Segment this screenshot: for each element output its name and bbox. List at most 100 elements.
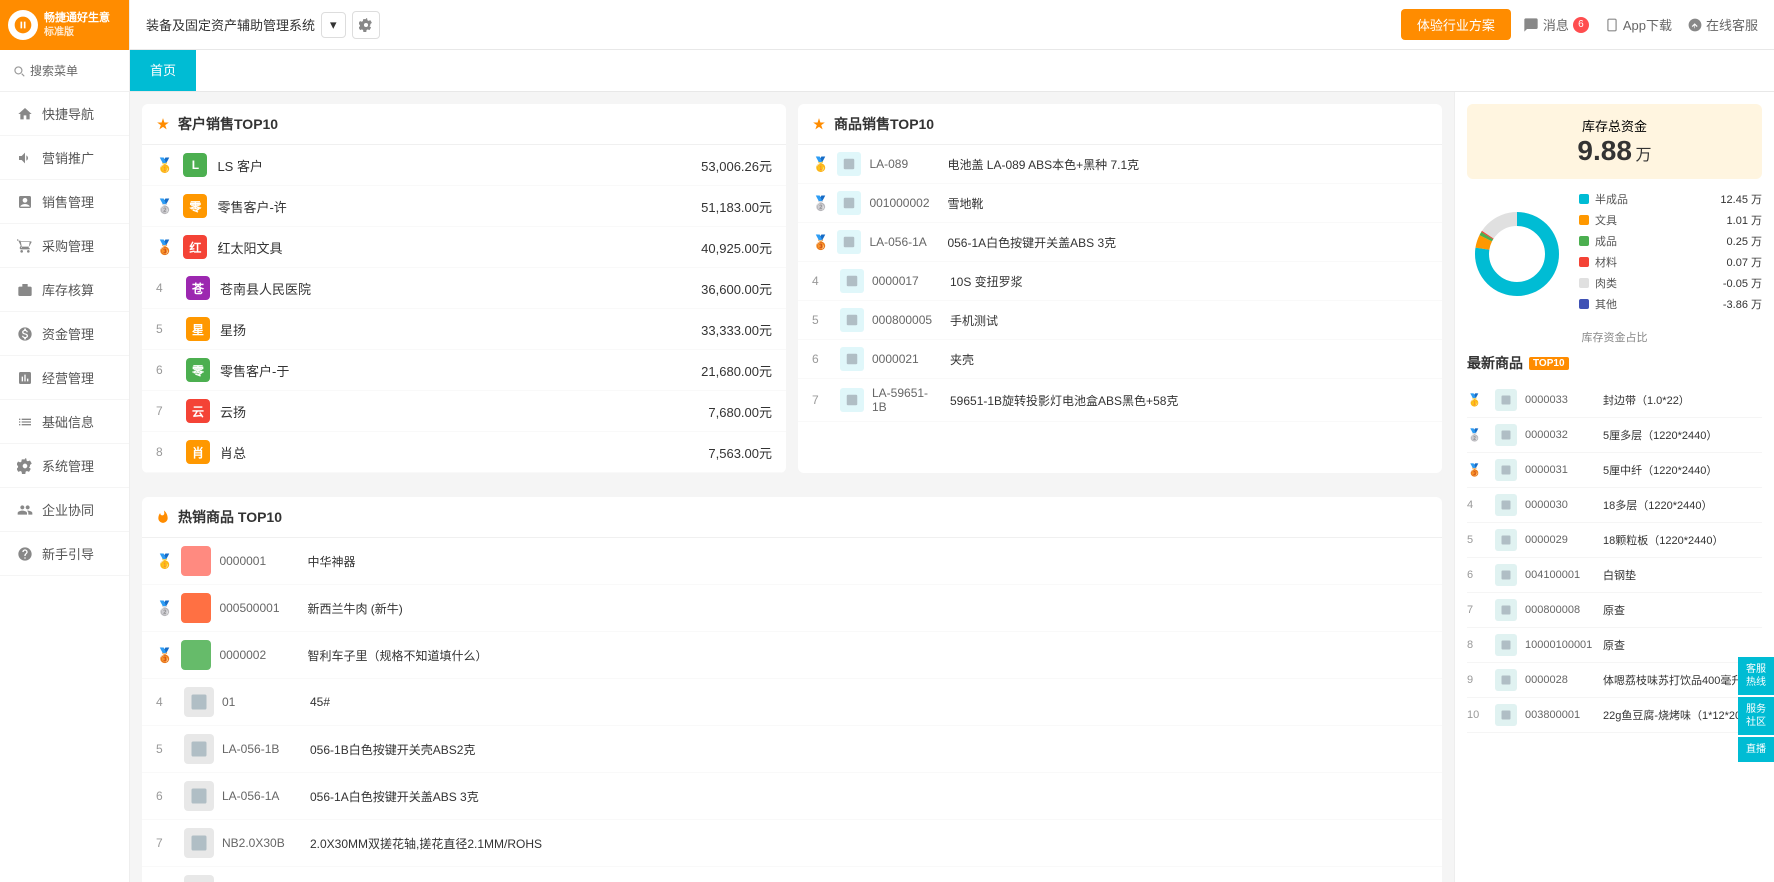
prod-row-3: 🥉 LA-056-1A 056-1A白色按键开关盖ABS 3克 (798, 223, 1442, 262)
prod-row-5: 5 000800005 手机测试 (798, 301, 1442, 340)
settings-gear[interactable] (352, 11, 380, 39)
hot-row-1: 🥇 0000001 中华神器 (142, 538, 1442, 585)
chart-label: 库存资金占比 (1467, 329, 1762, 345)
top-panels: 客户销售TOP10 🥇 L LS 客户 53,006.26元 🥈 零 零售客户 (142, 104, 1442, 485)
hot-row-4: 4 01 45# (142, 679, 1442, 726)
customer-avatar-7: 云 (186, 399, 210, 423)
corp-icon (16, 501, 34, 519)
np-row-9: 9 0000028 体嗯荔枝味苏打饮品400毫升（1*15） (1467, 663, 1762, 698)
sidebar-item-sales[interactable]: 销售管理 (0, 180, 129, 224)
prod-row-6: 6 0000021 夹壳 (798, 340, 1442, 379)
np-img-8 (1495, 634, 1517, 656)
customer-ranking-card: 客户销售TOP10 🥇 L LS 客户 53,006.26元 🥈 零 零售客户 (142, 104, 786, 473)
search-area[interactable]: 搜索菜单 (0, 50, 129, 92)
online-service-link[interactable]: 在线客服 (1688, 15, 1758, 34)
hot-row-5: 5 LA-056-1B 056-1B白色按键开关壳ABS2克 (142, 726, 1442, 773)
np-row-10: 10 003800001 22g鱼豆腐-烧烤味（1*12*20） (1467, 698, 1762, 733)
customer-row-2: 🥈 零 零售客户-许 51,183.00元 (142, 186, 786, 227)
np-row-2: 🥈 0000032 5厘多层（1220*2440） (1467, 418, 1762, 453)
prod-medal-1: 🥇 (812, 156, 829, 173)
float-buttons: 客服热线 服务社区 直播 (1738, 657, 1774, 762)
legend-dot-3 (1579, 257, 1589, 267)
np-row-3: 🥉 0000031 5厘中纤（1220*2440） (1467, 453, 1762, 488)
sidebar-item-purchase[interactable]: 采购管理 (0, 224, 129, 268)
hot-medal-3: 🥉 (156, 647, 173, 664)
app-download-link[interactable]: App下载 (1605, 15, 1672, 34)
prod-img-3 (837, 230, 861, 254)
system-title: 装备及固定资产辅助管理系统 ▾ (146, 11, 1389, 39)
trial-button[interactable]: 体验行业方案 (1401, 9, 1511, 40)
prod-img-4 (840, 269, 864, 293)
prod-medal-3: 🥉 (812, 234, 829, 251)
legend-dot-5 (1579, 299, 1589, 309)
sidebar-item-operation[interactable]: 经营管理 (0, 356, 129, 400)
prod-img-1 (837, 152, 861, 176)
operation-icon (16, 369, 34, 387)
inventory-legend: 半成品 12.45 万 文具 1.01 万 成品 0.25 万 (1579, 191, 1762, 317)
prod-img-7 (840, 388, 864, 412)
legend-item-2: 成品 0.25 万 (1579, 233, 1762, 249)
content-left: 客户销售TOP10 🥇 L LS 客户 53,006.26元 🥈 零 零售客户 (130, 92, 1454, 882)
megaphone-icon (16, 149, 34, 167)
hot-row-6: 6 LA-056-1A 056-1A白色按键开关盖ABS 3克 (142, 773, 1442, 820)
customer-row-3: 🥉 红 红太阳文具 40,925.00元 (142, 227, 786, 268)
sidebar-item-marketing[interactable]: 营销推广 (0, 136, 129, 180)
home-icon (16, 105, 34, 123)
system-dropdown[interactable]: ▾ (321, 12, 346, 38)
live-stream-button[interactable]: 直播 (1738, 737, 1774, 762)
np-row-1: 🥇 0000033 封边带（1.0*22） (1467, 383, 1762, 418)
purchase-icon (16, 237, 34, 255)
sidebar-item-guide[interactable]: 新手引导 (0, 532, 129, 576)
customer-service-button[interactable]: 客服热线 (1738, 657, 1774, 695)
customer-avatar-1: L (183, 153, 207, 177)
prod-row-4: 4 0000017 10S 变扭罗浆 (798, 262, 1442, 301)
hot-row-7: 7 NB2.0X30B 2.0X30MM双搓花轴,搓花直径2.1MM/ROHS (142, 820, 1442, 867)
legend-dot-2 (1579, 236, 1589, 246)
customer-avatar-5: 星 (186, 317, 210, 341)
sidebar-item-inventory[interactable]: 库存核算 (0, 268, 129, 312)
logo-icon (8, 10, 38, 40)
donut-svg (1467, 204, 1567, 304)
legend-item-0: 半成品 12.45 万 (1579, 191, 1762, 207)
customer-row-7: 7 云 云扬 7,680.00元 (142, 391, 786, 432)
search-menu-button[interactable]: 搜索菜单 (8, 58, 121, 83)
np-row-4: 4 0000030 18多层（1220*2440） (1467, 488, 1762, 523)
tab-home[interactable]: 首页 (130, 50, 196, 91)
sidebar-item-system[interactable]: 系统管理 (0, 444, 129, 488)
hot-products-body: 🥇 0000001 中华神器 🥈 000500001 新西兰牛肉 (新牛) 🥉 (142, 538, 1442, 882)
legend-item-4: 肉类 -0.05 万 (1579, 275, 1762, 291)
prod-img-6 (840, 347, 864, 371)
donut-chart (1467, 204, 1567, 304)
prod-row-1: 🥇 LA-089 电池盖 LA-089 ABS本色+黑种 7.1克 (798, 145, 1442, 184)
product-sales-body: 🥇 LA-089 电池盖 LA-089 ABS本色+黑种 7.1克 🥈 (798, 145, 1442, 422)
inventory-icon (16, 281, 34, 299)
legend-dot-1 (1579, 215, 1589, 225)
customer-avatar-8: 肖 (186, 440, 210, 464)
legend-item-1: 文具 1.01 万 (1579, 212, 1762, 228)
inventory-label: 库存总资金 (1483, 116, 1746, 135)
sidebar: 畅捷通好生意 标准版 搜索菜单 快捷导航 营销推广 销售管理 (0, 0, 130, 882)
customer-avatar-4: 苍 (186, 276, 210, 300)
hot-medal-1: 🥇 (156, 553, 173, 570)
sidebar-item-basic[interactable]: 基础信息 (0, 400, 129, 444)
customer-avatar-6: 零 (186, 358, 210, 382)
medal-bronze: 🥉 (156, 239, 173, 256)
hot-row-8: 8 0000011 12070519-xs (142, 867, 1442, 882)
np-img-7 (1495, 599, 1517, 621)
np-img-10 (1495, 704, 1517, 726)
customer-ranking-body: 🥇 L LS 客户 53,006.26元 🥈 零 零售客户-许 51,183.0… (142, 145, 786, 473)
system-icon (16, 457, 34, 475)
hot-img-6 (184, 781, 214, 811)
prod-row-7: 7 LA-59651-1B 59651-1B旋转投影灯电池盒ABS黑色+58克 (798, 379, 1442, 422)
app-logo: 畅捷通好生意 标准版 (0, 0, 129, 50)
product-sales-header: 商品销售TOP10 (798, 104, 1442, 145)
guide-icon (16, 545, 34, 563)
prod-img-5 (840, 308, 864, 332)
sidebar-item-quick-nav[interactable]: 快捷导航 (0, 92, 129, 136)
hot-img-3 (181, 640, 211, 670)
sidebar-item-corp[interactable]: 企业协同 (0, 488, 129, 532)
message-area[interactable]: 消息 6 (1523, 15, 1589, 34)
service-community-button[interactable]: 服务社区 (1738, 697, 1774, 735)
legend-dot-0 (1579, 194, 1589, 204)
sidebar-item-finance[interactable]: 资金管理 (0, 312, 129, 356)
